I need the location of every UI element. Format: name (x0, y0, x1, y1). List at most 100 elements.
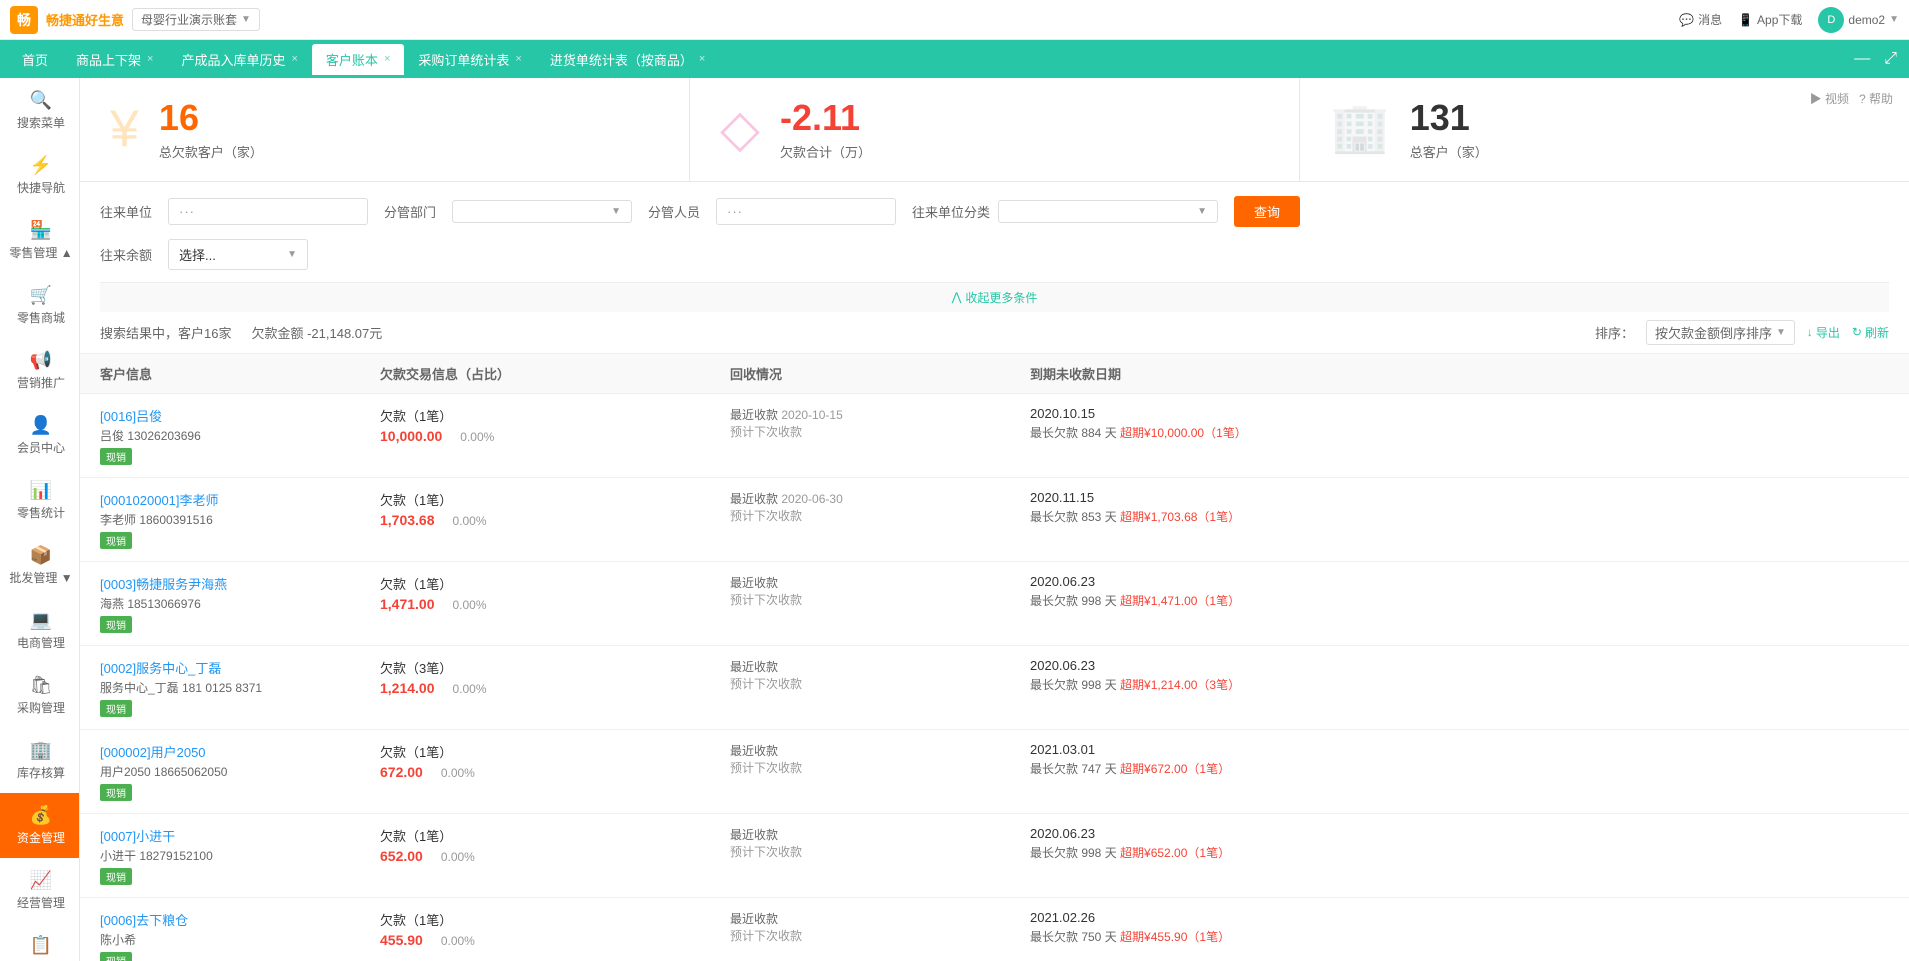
owing-customers-value: 16 (159, 98, 263, 138)
close-purchase-order-icon[interactable]: × (515, 53, 521, 65)
stat-icon-total: 🏢 (1330, 105, 1390, 153)
debt-info-1: 欠款（1笔） 1,703.68 0.00% (380, 490, 730, 528)
customer-link-4[interactable]: [000002]用户2050 (100, 745, 206, 760)
overdue-link-1[interactable]: 超期¥1,703.68（1笔） (1120, 510, 1240, 524)
customer-contact-1: 李老师 18600391516 (100, 511, 380, 528)
close-product-history-icon[interactable]: × (291, 53, 297, 65)
app-icon: 📱 (1738, 13, 1753, 27)
tab-customer-account[interactable]: 客户账本 × (312, 44, 404, 75)
balance-chevron-icon: ▼ (287, 249, 297, 260)
dept-select[interactable]: ▼ (452, 200, 632, 223)
debt-info-3: 欠款（3笔） 1,214.00 0.00% (380, 658, 730, 696)
stat-card-owing-customers: ¥ 16 总欠款客户（家） (80, 78, 690, 181)
message-btn[interactable]: 💬 消息 (1679, 11, 1722, 28)
tab-goods-list[interactable]: 商品上下架 × (62, 44, 167, 75)
customer-link-0[interactable]: [0016]吕俊 (100, 409, 162, 424)
due-date-info-2: 2020.06.23 最长欠款 998 天 超期¥1,471.00（1笔） (1030, 574, 1889, 609)
overdue-link-2[interactable]: 超期¥1,471.00（1笔） (1120, 594, 1240, 608)
debt-amount-3: 1,214.00 (380, 680, 435, 696)
help-btn[interactable]: ? 帮助 (1859, 90, 1893, 107)
ecommerce-icon: 💻 (30, 610, 52, 631)
sidebar-label-retail-mgmt: 零售管理 ▲ (9, 244, 72, 261)
due-date-info-3: 2020.06.23 最长欠款 998 天 超期¥1,214.00（3笔） (1030, 658, 1889, 693)
export-btn[interactable]: ↓ 导出 (1807, 324, 1840, 341)
close-purchase-stats-icon[interactable]: × (699, 53, 705, 65)
user-menu[interactable]: D demo2 ▼ (1818, 7, 1899, 33)
sidebar-item-search-menu[interactable]: 🔍 搜索菜单 (0, 78, 79, 143)
owing-amount-value: -2.11 (780, 98, 871, 138)
tab-home[interactable]: 首页 (8, 44, 62, 75)
result-bar-right: 排序： 按欠款金额倒序排序 ▼ ↓ 导出 ↻ 刷新 (1595, 320, 1889, 345)
top-bar: 畅 畅捷通好生意 母婴行业演示账套 ▼ 💬 消息 📱 App下载 D demo2… (0, 0, 1909, 40)
sidebar-label-ecommerce: 电商管理 (17, 634, 65, 651)
debt-amount-5: 652.00 (380, 848, 423, 864)
nav-tabs: 首页 商品上下架 × 产成品入库单历史 × 客户账本 × 采购订单统计表 × 进… (0, 40, 1909, 78)
search-menu-icon: 🔍 (30, 90, 52, 111)
customer-link-1[interactable]: [0001020001]李老师 (100, 493, 219, 508)
sidebar-item-basic-info[interactable]: 📋 基础信息 (0, 923, 79, 961)
sidebar-label-quick-nav: 快捷导航 (17, 179, 65, 196)
sidebar-item-retail-stats[interactable]: 📊 零售统计 (0, 468, 79, 533)
customer-link-5[interactable]: [0007]小进干 (100, 829, 175, 844)
table-row: [0003]畅捷服务尹海燕 海燕 18513066976 现销 欠款（1笔） 1… (80, 562, 1909, 646)
tab-purchase-order[interactable]: 采购订单统计表 × (404, 44, 535, 75)
overdue-link-0[interactable]: 超期¥10,000.00（1笔） (1120, 426, 1247, 440)
refresh-btn[interactable]: ↻ 刷新 (1852, 324, 1889, 341)
close-customer-account-icon[interactable]: × (384, 53, 390, 65)
debt-ratio-2: 0.00% (453, 598, 487, 612)
balance-label: 往来余额 (100, 245, 160, 264)
quick-nav-icon: ⚡ (30, 155, 52, 176)
debt-info-4: 欠款（1笔） 672.00 0.00% (380, 742, 730, 780)
sidebar-item-member[interactable]: 👤 会员中心 (0, 403, 79, 468)
stat-card-owing-amount: ◇ -2.11 欠款合计（万） (690, 78, 1300, 181)
filter-row-2: 往来余额 选择... ▼ (100, 239, 1889, 270)
sidebar-item-retail-mall[interactable]: 🛒 零售商城 (0, 273, 79, 338)
debt-ratio-5: 0.00% (441, 850, 475, 864)
manager-input[interactable]: ··· (716, 198, 896, 225)
company-selector[interactable]: 母婴行业演示账套 ▼ (132, 8, 260, 31)
marketing-icon: 📢 (30, 350, 52, 371)
due-date-info-5: 2020.06.23 最长欠款 998 天 超期¥652.00（1笔） (1030, 826, 1889, 861)
customer-info-2: [0003]畅捷服务尹海燕 海燕 18513066976 现销 (100, 574, 380, 633)
sidebar-item-finance[interactable]: 💰 资金管理 (0, 793, 79, 858)
nav-collapse-icon[interactable]: — (1850, 48, 1874, 70)
collapse-filter-btn[interactable]: ⋀ 收起更多条件 (100, 282, 1889, 312)
customer-link-3[interactable]: [0002]服务中心_丁磊 (100, 661, 221, 676)
sidebar-item-retail-mgmt[interactable]: 🏪 零售管理 ▲ (0, 208, 79, 273)
balance-select[interactable]: 选择... ▼ (168, 239, 308, 270)
from-unit-input[interactable]: ··· (168, 198, 368, 225)
tab-product-history[interactable]: 产成品入库单历史 × (167, 44, 311, 75)
sidebar-item-ecommerce[interactable]: 💻 电商管理 (0, 598, 79, 663)
overdue-link-5[interactable]: 超期¥652.00（1笔） (1120, 846, 1230, 860)
search-button[interactable]: 查询 (1234, 196, 1300, 227)
debt-ratio-4: 0.00% (441, 766, 475, 780)
nav-expand-icon[interactable]: ⤢ (1880, 48, 1901, 70)
collection-info-3: 最近收款 预计下次收款 (730, 658, 1030, 692)
app-download-btn[interactable]: 📱 App下载 (1738, 11, 1802, 28)
table-row: [000002]用户2050 用户2050 18665062050 现销 欠款（… (80, 730, 1909, 814)
sort-select[interactable]: 按欠款金额倒序排序 ▼ (1646, 320, 1795, 345)
tab-purchase-stats[interactable]: 进货单统计表（按商品） × (536, 44, 719, 75)
sidebar-item-warehouse[interactable]: 🏢 库存核算 (0, 728, 79, 793)
sidebar-item-batch-mgmt[interactable]: 📦 批发管理 ▼ (0, 533, 79, 598)
overdue-link-3[interactable]: 超期¥1,214.00（3笔） (1120, 678, 1240, 692)
customer-link-6[interactable]: [0006]去下粮仓 (100, 913, 188, 928)
debt-count-3: 欠款（3笔） (380, 658, 730, 677)
sidebar-item-operations[interactable]: 📈 经营管理 (0, 858, 79, 923)
stat-info-total: 131 总客户（家） (1410, 98, 1488, 161)
top-right: 💬 消息 📱 App下载 D demo2 ▼ (1679, 7, 1899, 33)
overdue-link-4[interactable]: 超期¥672.00（1笔） (1120, 762, 1230, 776)
purchase-icon: 🛍 (30, 675, 53, 696)
overdue-link-6[interactable]: 超期¥455.90（1笔） (1120, 930, 1230, 944)
close-goods-list-icon[interactable]: × (147, 53, 153, 65)
from-unit-label: 往来单位 (100, 202, 160, 221)
sidebar-label-retail-mall: 零售商城 (17, 309, 65, 326)
customer-link-2[interactable]: [0003]畅捷服务尹海燕 (100, 577, 227, 592)
customer-contact-0: 吕俊 13026203696 (100, 427, 380, 444)
dept-chevron-icon: ▼ (611, 206, 621, 217)
sidebar-item-quick-nav[interactable]: ⚡ 快捷导航 (0, 143, 79, 208)
unit-category-select[interactable]: ▼ (998, 200, 1218, 223)
sidebar-item-marketing[interactable]: 📢 营销推广 (0, 338, 79, 403)
video-btn[interactable]: ▶ 视频 (1810, 90, 1849, 107)
sidebar-item-purchase[interactable]: 🛍 采购管理 (0, 663, 79, 728)
